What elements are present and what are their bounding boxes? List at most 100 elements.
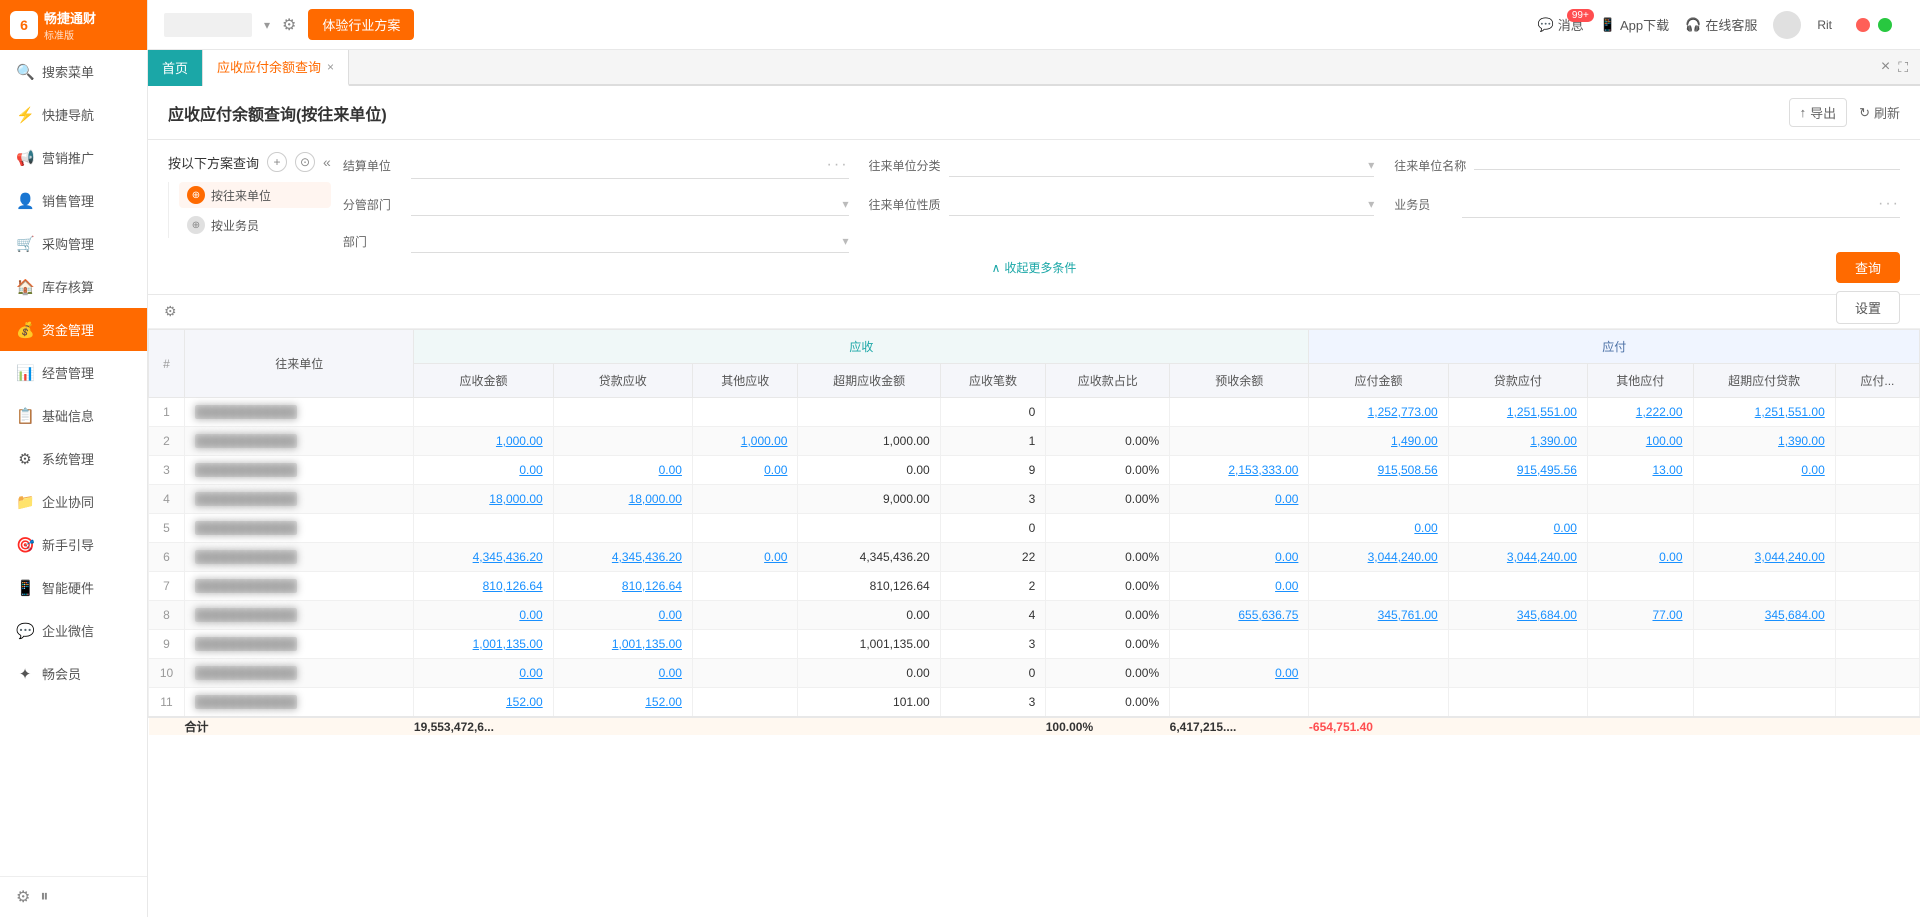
table-cell[interactable] [1309, 630, 1448, 659]
table-cell[interactable]: 1,390.00 [1448, 427, 1587, 456]
collapse-sidebar-icon[interactable]: ⏸ [40, 888, 48, 906]
table-cell[interactable] [692, 514, 798, 543]
table-cell[interactable]: 1,251,551.00 [1448, 398, 1587, 427]
table-cell[interactable]: 345,684.00 [1693, 601, 1835, 630]
window-close-button[interactable] [1856, 18, 1870, 32]
table-cell[interactable]: 0.00 [414, 456, 553, 485]
table-cell[interactable]: 915,495.56 [1448, 456, 1587, 485]
table-cell[interactable] [1309, 688, 1448, 718]
scheme-by-partner[interactable]: ⊕ 按往来单位 [179, 182, 331, 208]
table-cell[interactable]: 0.00 [1693, 456, 1835, 485]
partner-name-input[interactable] [1474, 161, 1900, 170]
table-cell[interactable]: 3,044,240.00 [1448, 543, 1587, 572]
solution-button[interactable]: 体验行业方案 [308, 9, 414, 40]
table-cell[interactable]: 3,044,240.00 [1693, 543, 1835, 572]
table-cell[interactable] [1448, 688, 1587, 718]
sidebar-item-member[interactable]: ✦ 畅会员 [0, 652, 147, 695]
table-cell[interactable] [692, 485, 798, 514]
topbar-gear-icon[interactable]: ⚙ [282, 15, 296, 35]
query-button[interactable]: 查询 [1836, 252, 1900, 283]
table-cell[interactable]: 345,761.00 [1309, 601, 1448, 630]
table-cell[interactable]: 1,251,551.00 [1693, 398, 1835, 427]
scheme-by-salesman[interactable]: ⊕ 按业务员 [179, 212, 331, 238]
settings-button[interactable]: 设置 [1836, 291, 1900, 324]
sidebar-item-base-info[interactable]: 📋 基础信息 [0, 394, 147, 437]
table-cell[interactable] [1587, 514, 1693, 543]
table-cell[interactable]: 1,001,135.00 [414, 630, 553, 659]
table-cell[interactable]: 100.00 [1587, 427, 1693, 456]
table-cell[interactable] [1587, 572, 1693, 601]
table-cell[interactable] [1448, 485, 1587, 514]
online-service-button[interactable]: 🎧 在线客服 [1685, 15, 1757, 34]
sidebar-item-enterprise[interactable]: 📁 企业协同 [0, 480, 147, 523]
table-cell[interactable]: 77.00 [1587, 601, 1693, 630]
tab-close-icon[interactable]: × [327, 60, 334, 74]
table-cell[interactable] [553, 514, 692, 543]
filter-collapse-icon[interactable]: « [323, 154, 331, 170]
table-cell[interactable] [1309, 572, 1448, 601]
partner-category-input[interactable]: ▾ [949, 154, 1375, 177]
window-maximize-button[interactable] [1878, 18, 1892, 32]
table-cell[interactable]: 13.00 [1587, 456, 1693, 485]
table-cell[interactable]: 4,345,436.20 [553, 543, 692, 572]
dept-input[interactable]: ▾ [411, 230, 849, 253]
table-cell[interactable] [692, 572, 798, 601]
tab-ar-ap-query[interactable]: 应收应付余额查询 × [203, 50, 349, 86]
table-cell[interactable]: 1,222.00 [1587, 398, 1693, 427]
table-cell[interactable] [1587, 485, 1693, 514]
table-cell[interactable]: 0.00 [1170, 659, 1309, 688]
table-cell[interactable]: 915,508.56 [1309, 456, 1448, 485]
table-cell[interactable] [1448, 630, 1587, 659]
table-cell[interactable] [1587, 630, 1693, 659]
table-cell[interactable] [692, 630, 798, 659]
table-cell[interactable] [692, 688, 798, 718]
table-cell[interactable] [692, 601, 798, 630]
salesman-input[interactable]: ··· [1462, 191, 1900, 218]
sidebar-item-wechat[interactable]: 💬 企业微信 [0, 609, 147, 652]
table-cell[interactable]: 1,001,135.00 [553, 630, 692, 659]
sidebar-item-search-menu[interactable]: 🔍 搜索菜单 [0, 50, 147, 93]
table-cell[interactable] [414, 514, 553, 543]
table-cell[interactable]: 810,126.64 [414, 572, 553, 601]
table-cell[interactable]: 0.00 [553, 659, 692, 688]
table-cell[interactable]: 810,126.64 [553, 572, 692, 601]
sidebar-item-marketing[interactable]: 📢 营销推广 [0, 136, 147, 179]
table-cell[interactable]: 0.00 [1309, 514, 1448, 543]
tab-window-expand-icon[interactable]: ⛶ [1898, 59, 1908, 76]
table-cell[interactable] [1587, 688, 1693, 718]
sidebar-item-quick-nav[interactable]: ⚡ 快捷导航 [0, 93, 147, 136]
table-cell[interactable]: 0.00 [553, 456, 692, 485]
table-cell[interactable]: 0.00 [414, 601, 553, 630]
table-cell[interactable]: 3,044,240.00 [1309, 543, 1448, 572]
export-button[interactable]: ↑ 导出 [1789, 98, 1848, 127]
table-cell[interactable] [1309, 485, 1448, 514]
sidebar-item-sales[interactable]: 👤 销售管理 [0, 179, 147, 222]
table-cell[interactable]: 18,000.00 [414, 485, 553, 514]
add-scheme-button[interactable]: + [267, 152, 287, 172]
table-cell[interactable] [1693, 572, 1835, 601]
table-cell[interactable]: 1,000.00 [692, 427, 798, 456]
sidebar-item-finance[interactable]: 💰 资金管理 [0, 308, 147, 351]
table-cell[interactable] [1693, 630, 1835, 659]
table-cell[interactable]: 0.00 [553, 601, 692, 630]
table-cell[interactable]: 1,390.00 [1693, 427, 1835, 456]
table-cell[interactable]: 0.00 [692, 456, 798, 485]
table-cell[interactable]: 0.00 [1170, 572, 1309, 601]
table-cell[interactable] [1693, 688, 1835, 718]
table-cell[interactable]: 0.00 [1170, 543, 1309, 572]
table-cell[interactable]: 0.00 [1587, 543, 1693, 572]
tab-window-close-icon[interactable]: × [1881, 58, 1890, 76]
table-cell[interactable]: 152.00 [553, 688, 692, 718]
table-cell[interactable] [553, 427, 692, 456]
table-cell[interactable]: 1,000.00 [414, 427, 553, 456]
sidebar-item-guide[interactable]: 🎯 新手引导 [0, 523, 147, 566]
table-cell[interactable]: 152.00 [414, 688, 553, 718]
table-settings-icon[interactable]: ⚙ [164, 303, 177, 320]
table-cell[interactable] [1448, 572, 1587, 601]
table-cell[interactable] [414, 398, 553, 427]
table-cell[interactable] [553, 398, 692, 427]
table-cell[interactable] [1693, 514, 1835, 543]
scheme-setting-button[interactable]: ⊙ [295, 152, 315, 172]
table-cell[interactable]: 655,636.75 [1170, 601, 1309, 630]
sidebar-item-business[interactable]: 📊 经营管理 [0, 351, 147, 394]
